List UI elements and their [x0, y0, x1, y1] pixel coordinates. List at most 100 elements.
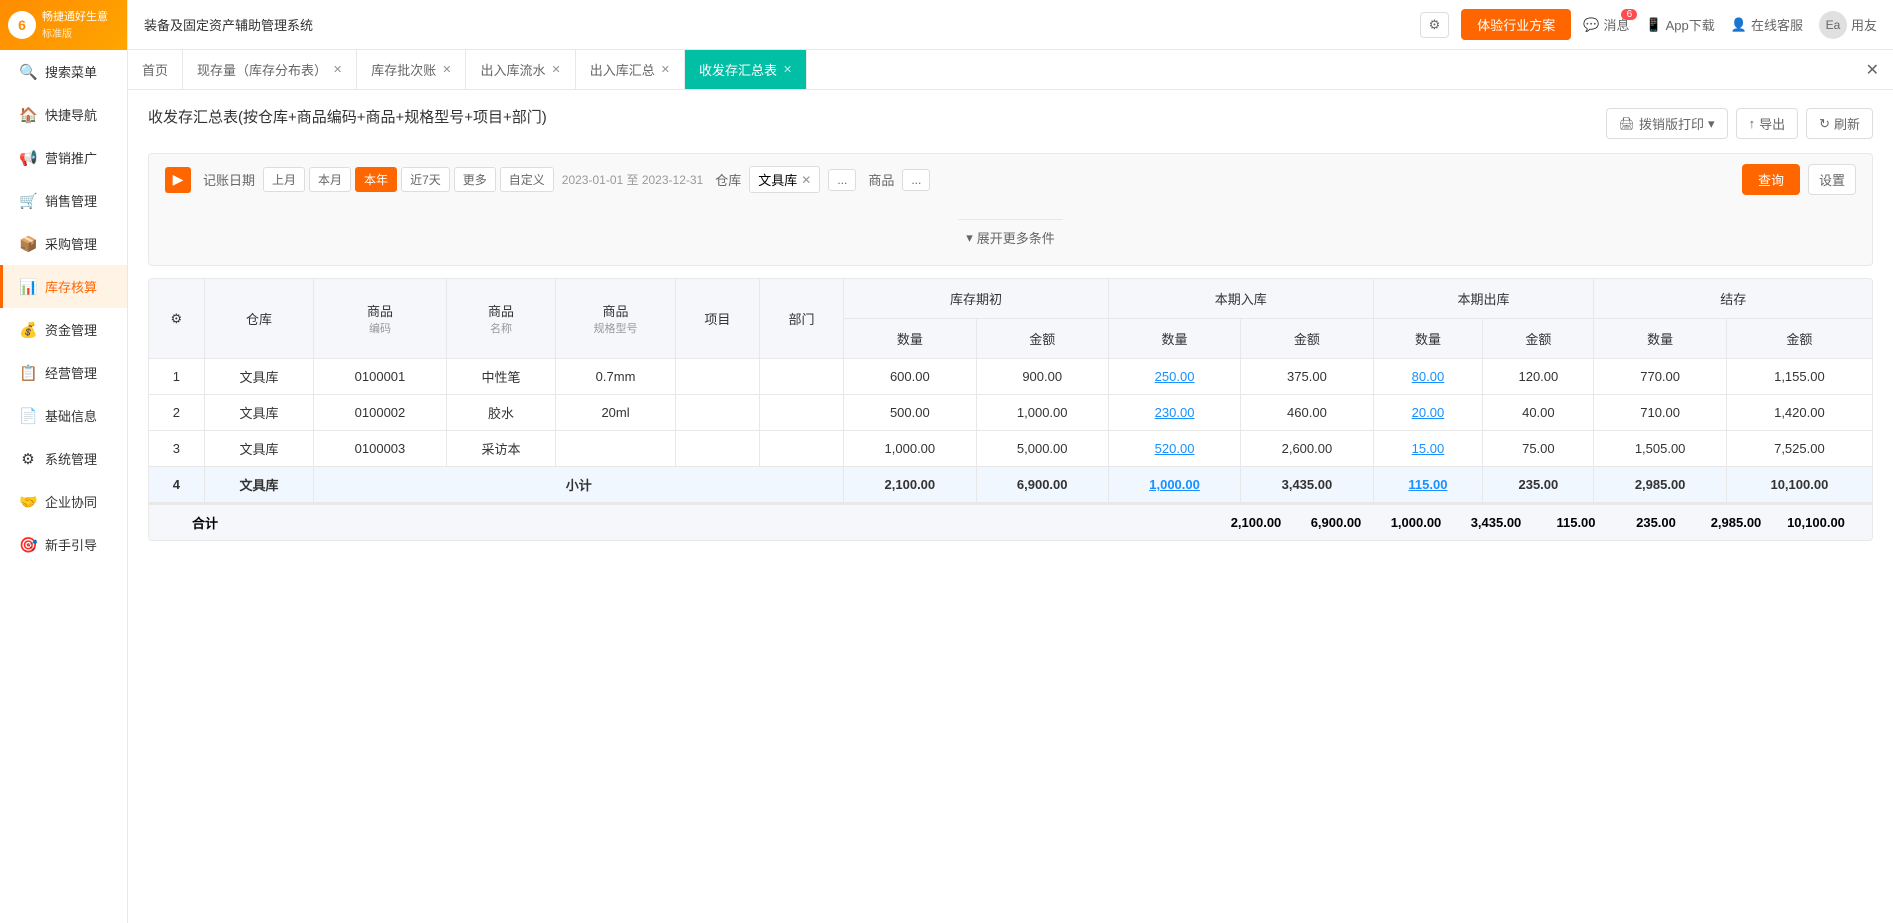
tab-close-in-out-summary[interactable]: ✕: [661, 63, 670, 76]
sidebar-label-sales: 销售管理: [45, 191, 97, 210]
total-opening-qty: 2,100.00: [1216, 515, 1296, 530]
tab-close-receipt-summary[interactable]: ✕: [783, 63, 792, 76]
sidebar-item-purchase[interactable]: 📦采购管理: [0, 222, 127, 265]
cell-project: [675, 395, 759, 431]
sidebar-item-basic-info[interactable]: 📄基础信息: [0, 394, 127, 437]
sidebar-item-marketing[interactable]: 📢营销推广: [0, 136, 127, 179]
th-warehouse: 仓库: [204, 279, 314, 359]
export-icon: ↑: [1749, 116, 1756, 131]
cell-out-qty[interactable]: 80.00: [1373, 359, 1483, 395]
tab-close-stock-dist[interactable]: ✕: [333, 63, 342, 76]
system-name: 装备及固定资产辅助管理系统: [144, 15, 1408, 34]
print-icon: 🖨: [1619, 116, 1636, 132]
chevron-down-icon: ▾: [1708, 116, 1715, 132]
settings-small-button[interactable]: 设置: [1808, 164, 1856, 195]
app-download-action[interactable]: 📱 App下载: [1645, 15, 1714, 34]
cell-in-amt: 2,600.00: [1241, 431, 1373, 467]
cell-warehouse: 文具库: [204, 431, 314, 467]
tab-receipt-summary[interactable]: 收发存汇总表✕: [685, 50, 807, 90]
cell-spec: [556, 431, 675, 467]
topbar-settings-button[interactable]: ⚙: [1420, 12, 1450, 38]
subtotal-row: 4 文具库 小计 2,100.00 6,900.00 1,000.00 3,43…: [149, 467, 1872, 503]
print-button[interactable]: 🖨 拨销版打印 ▾: [1606, 108, 1728, 139]
th-in: 本期入库: [1108, 279, 1373, 319]
tab-home[interactable]: 首页: [128, 50, 183, 90]
filter-toggle-button[interactable]: ▶: [165, 167, 191, 193]
trial-button[interactable]: 体验行业方案: [1461, 9, 1571, 40]
cell-project: [675, 359, 759, 395]
tab-in-out-summary[interactable]: 出入库汇总✕: [576, 50, 685, 90]
date-btn-more[interactable]: 更多: [454, 167, 496, 192]
sidebar-item-beginner[interactable]: 🎯新手引导: [0, 523, 127, 566]
total-opening-amt: 6,900.00: [1296, 515, 1376, 530]
user-action[interactable]: Ea 用友: [1819, 11, 1877, 39]
cell-warehouse: 文具库: [204, 395, 314, 431]
close-all-tabs-button[interactable]: ✕: [1852, 60, 1893, 80]
cell-code: 0100003: [314, 431, 446, 467]
sidebar-item-system[interactable]: ⚙系统管理: [0, 437, 127, 480]
tab-batch-account[interactable]: 库存批次账✕: [357, 50, 466, 90]
sidebar-icon-finance: 💰: [19, 321, 37, 339]
warehouse-filter-tag[interactable]: 文具库 ✕: [749, 166, 820, 193]
total-bal-amt: 10,100.00: [1776, 515, 1856, 530]
date-btn-custom[interactable]: 自定义: [500, 167, 554, 192]
table-row: 2 文具库 0100002 胶水 20ml 500.00 1,000.00 23…: [149, 395, 1872, 431]
cell-in-qty[interactable]: 230.00: [1108, 395, 1240, 431]
tab-stock-dist[interactable]: 现存量（库存分布表）✕: [183, 50, 357, 90]
sidebar: 6 畅捷通好生意 标准版 🔍搜索菜单🏠快捷导航📢营销推广🛒销售管理📦采购管理📊库…: [0, 0, 128, 923]
subtotal-out-qty[interactable]: 115.00: [1373, 467, 1483, 503]
sidebar-icon-marketing: 📢: [19, 149, 37, 167]
goods-more-button[interactable]: ...: [902, 169, 930, 191]
app-subtitle: 标准版: [42, 25, 108, 40]
sidebar-item-search[interactable]: 🔍搜索菜单: [0, 50, 127, 93]
cell-out-qty[interactable]: 15.00: [1373, 431, 1483, 467]
sidebar-item-stock[interactable]: 📊库存核算: [0, 265, 127, 308]
data-table: ⚙ 仓库 商品编码 商品名称 商品规格型号 项目 部门 库存期初 本期入库 本期…: [149, 279, 1872, 503]
online-service-action[interactable]: 👤 在线客服: [1731, 15, 1803, 34]
cell-spec: 20ml: [556, 395, 675, 431]
user-label: 用友: [1851, 15, 1877, 34]
warehouse-tag-close[interactable]: ✕: [801, 173, 811, 187]
sidebar-item-sales[interactable]: 🛒销售管理: [0, 179, 127, 222]
sidebar-nav: 🔍搜索菜单🏠快捷导航📢营销推广🛒销售管理📦采购管理📊库存核算💰资金管理📋经营管理…: [0, 50, 127, 923]
cell-code: 0100001: [314, 359, 446, 395]
th-settings[interactable]: ⚙: [149, 279, 204, 359]
cell-opening-qty: 600.00: [844, 359, 976, 395]
data-table-wrapper: ⚙ 仓库 商品编码 商品名称 商品规格型号 项目 部门 库存期初 本期入库 本期…: [148, 278, 1873, 541]
sidebar-item-finance[interactable]: 💰资金管理: [0, 308, 127, 351]
sidebar-app-info: 畅捷通好生意 标准版: [42, 10, 108, 39]
message-badge: 6: [1621, 9, 1637, 20]
date-btn-this-month[interactable]: 本月: [309, 167, 351, 192]
tab-label-in-out-flow: 出入库流水: [480, 60, 545, 79]
date-btn-7days[interactable]: 近7天: [401, 167, 450, 192]
subtotal-bal-qty: 2,985.00: [1594, 467, 1726, 503]
refresh-button[interactable]: ↻ 刷新: [1806, 108, 1873, 139]
cell-bal-amt: 1,420.00: [1726, 395, 1872, 431]
cell-in-qty[interactable]: 520.00: [1108, 431, 1240, 467]
cell-opening-amt: 5,000.00: [976, 431, 1108, 467]
total-row: 合计 2,100.00 6,900.00 1,000.00 3,435.00 1…: [149, 503, 1872, 540]
tab-close-in-out-flow[interactable]: ✕: [552, 63, 561, 76]
date-filter-label: 记账日期: [203, 170, 255, 189]
app-download-label: App下载: [1666, 15, 1715, 34]
th-in-qty: 数量: [1108, 319, 1240, 359]
export-button[interactable]: ↑ 导出: [1736, 108, 1799, 139]
date-btn-this-year[interactable]: 本年: [355, 167, 397, 192]
cell-bal-qty: 1,505.00: [1594, 431, 1726, 467]
expand-conditions-button[interactable]: ▾ 展开更多条件: [958, 219, 1063, 255]
query-button[interactable]: 查询: [1742, 164, 1800, 195]
tab-in-out-flow[interactable]: 出入库流水 ✕: [466, 50, 575, 90]
phone-icon: 📱: [1645, 17, 1661, 33]
th-project: 项目: [675, 279, 759, 359]
warehouse-more-button[interactable]: ...: [828, 169, 856, 191]
subtotal-in-qty[interactable]: 1,000.00: [1108, 467, 1240, 503]
cell-out-qty[interactable]: 20.00: [1373, 395, 1483, 431]
total-out-amt: 235.00: [1616, 515, 1696, 530]
message-action[interactable]: 💬 消息 6: [1583, 15, 1629, 34]
sidebar-item-cooperation[interactable]: 🤝企业协同: [0, 480, 127, 523]
tab-close-batch-account[interactable]: ✕: [442, 63, 451, 76]
date-btn-last-month[interactable]: 上月: [263, 167, 305, 192]
sidebar-item-operation[interactable]: 📋经营管理: [0, 351, 127, 394]
sidebar-item-quick-nav[interactable]: 🏠快捷导航: [0, 93, 127, 136]
cell-in-qty[interactable]: 250.00: [1108, 359, 1240, 395]
